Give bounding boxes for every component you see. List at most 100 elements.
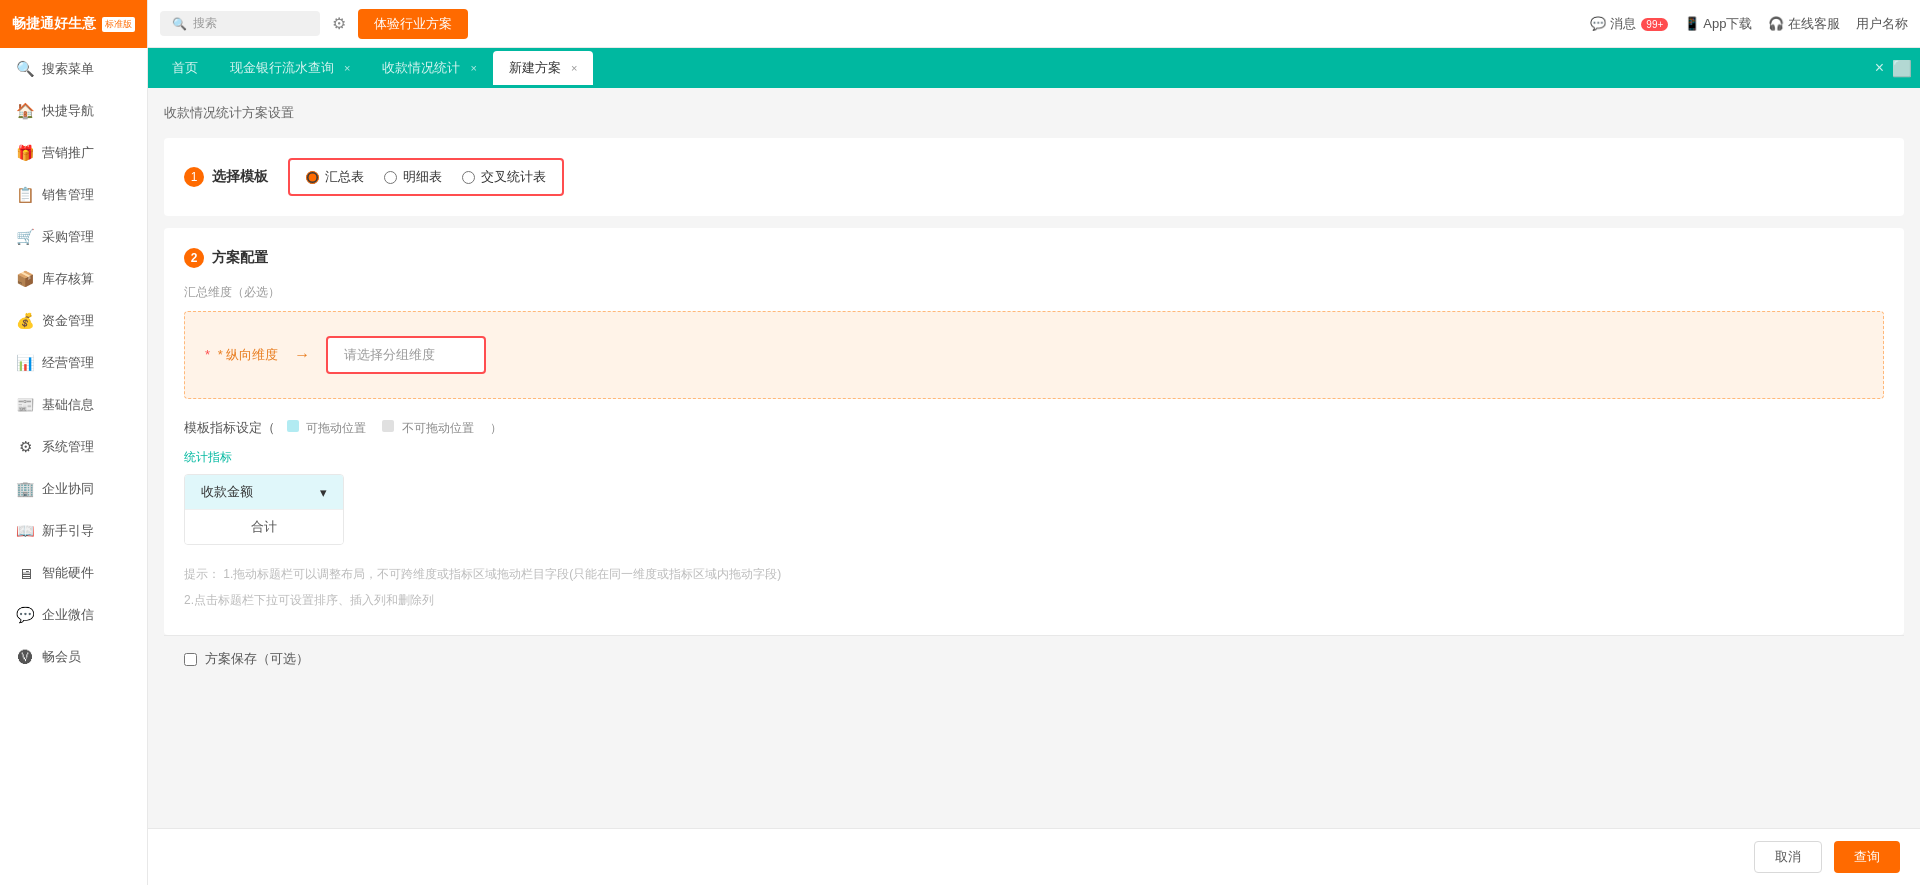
finance-icon: 💰 xyxy=(16,312,34,330)
save-checkbox[interactable] xyxy=(184,653,197,666)
tip2: 2.点击标题栏下拉可设置排序、插入列和删除列 xyxy=(184,590,1884,612)
topbar-right: 💬 消息 99+ 📱 App下载 🎧 在线客服 用户名称 xyxy=(1590,15,1908,33)
page-breadcrumb: 收款情况统计方案设置 xyxy=(164,104,1904,122)
main-area: 🔍 搜索 ⚙ 体验行业方案 💬 消息 99+ 📱 App下载 🎧 在线客服 用户… xyxy=(148,0,1920,885)
sidebar-item-label: 系统管理 xyxy=(42,438,94,456)
sidebar-item-label: 销售管理 xyxy=(42,186,94,204)
brand-name: 畅捷通好生意 xyxy=(12,15,96,33)
step2-header: 2 方案配置 xyxy=(184,248,1884,268)
radio-detail[interactable]: 明细表 xyxy=(384,168,442,186)
dropdown-icon[interactable]: ▾ xyxy=(320,485,327,500)
maximize-window-icon[interactable]: ⬜ xyxy=(1892,59,1912,78)
sidebar-item-finance[interactable]: 💰 资金管理 xyxy=(0,300,147,342)
settings-icon[interactable]: ⚙ xyxy=(332,14,346,33)
query-button[interactable]: 查询 xyxy=(1834,841,1900,873)
wechat-icon: 💬 xyxy=(16,606,34,624)
arrow-icon: → xyxy=(294,346,310,364)
sidebar-item-label: 搜索菜单 xyxy=(42,60,94,78)
tab-new-plan-close[interactable]: × xyxy=(571,62,577,74)
search-placeholder: 搜索 xyxy=(193,15,217,32)
sidebar-item-purchase[interactable]: 🛒 采购管理 xyxy=(0,216,147,258)
brand-logo: 畅捷通好生意 标准版 xyxy=(0,0,147,48)
sidebar-item-label: 新手引导 xyxy=(42,522,94,540)
legend-draggable: 可拖动位置 xyxy=(287,420,366,437)
enterprise-icon: 🏢 xyxy=(16,480,34,498)
tab-home-label: 首页 xyxy=(172,59,198,77)
tab-new-plan-label: 新建方案 xyxy=(509,59,561,77)
sidebar-item-label: 快捷导航 xyxy=(42,102,94,120)
download-area[interactable]: 📱 App下载 xyxy=(1684,15,1752,33)
tab-cashflow-close[interactable]: × xyxy=(344,62,350,74)
sidebar-item-member[interactable]: 🅥 畅会员 xyxy=(0,636,147,678)
sidebar-item-nav[interactable]: 🏠 快捷导航 xyxy=(0,90,147,132)
step2-number: 2 xyxy=(184,248,204,268)
home-icon: 🏠 xyxy=(16,102,34,120)
sidebar-item-sales[interactable]: 📋 销售管理 xyxy=(0,174,147,216)
service-area[interactable]: 🎧 在线客服 xyxy=(1768,15,1840,33)
save-label: 方案保存（可选） xyxy=(205,650,309,668)
sidebar-item-label: 经营管理 xyxy=(42,354,94,372)
template-radio-group: 汇总表 明细表 交叉统计表 xyxy=(288,158,564,196)
tab-receipt-close[interactable]: × xyxy=(470,62,476,74)
radio-summary[interactable]: 汇总表 xyxy=(306,168,364,186)
sidebar-item-enterprise[interactable]: 🏢 企业协同 xyxy=(0,468,147,510)
sidebar-item-label: 基础信息 xyxy=(42,396,94,414)
sidebar-item-inventory[interactable]: 📦 库存核算 xyxy=(0,258,147,300)
radio-cross[interactable]: 交叉统计表 xyxy=(462,168,546,186)
sidebar-item-label: 库存核算 xyxy=(42,270,94,288)
legend-close: ） xyxy=(490,420,502,437)
tab-home[interactable]: 首页 xyxy=(156,51,214,85)
gear-icon: ⚙ xyxy=(16,438,34,456)
sidebar-item-business[interactable]: 📊 经营管理 xyxy=(0,342,147,384)
tab-new-plan[interactable]: 新建方案 × xyxy=(493,51,593,85)
tab-cashflow[interactable]: 现金银行流水查询 × xyxy=(214,51,366,85)
dim-drop-zone: * * 纵向维度 → 请选择分组维度 xyxy=(184,311,1884,399)
step2-label: 方案配置 xyxy=(212,249,268,267)
indicator-title: 模板指标设定（ xyxy=(184,419,275,437)
hardware-icon: 🖥 xyxy=(16,565,34,582)
indicator-stat-label: 统计指标 xyxy=(184,449,1884,466)
sidebar-items-list: 🔍 搜索菜单 🏠 快捷导航 🎁 营销推广 📋 销售管理 🛒 采购管理 📦 库存核… xyxy=(0,48,147,885)
sidebar-item-hardware[interactable]: 🖥 智能硬件 xyxy=(0,552,147,594)
cancel-button[interactable]: 取消 xyxy=(1754,841,1822,873)
sidebar-item-label: 企业微信 xyxy=(42,606,94,624)
sidebar-item-system[interactable]: ⚙ 系统管理 xyxy=(0,426,147,468)
topbar-search[interactable]: 🔍 搜索 xyxy=(160,11,320,36)
sidebar-item-guide[interactable]: 📖 新手引导 xyxy=(0,510,147,552)
gift-icon: 🎁 xyxy=(16,144,34,162)
vertical-dim-label: * * 纵向维度 xyxy=(205,346,278,364)
radio-summary-label: 汇总表 xyxy=(325,168,364,186)
radio-cross-label: 交叉统计表 xyxy=(481,168,546,186)
tab-receipt-label: 收款情况统计 xyxy=(382,59,460,77)
tab-cashflow-label: 现金银行流水查询 xyxy=(230,59,334,77)
topbar: 🔍 搜索 ⚙ 体验行业方案 💬 消息 99+ 📱 App下载 🎧 在线客服 用户… xyxy=(148,0,1920,48)
trial-button[interactable]: 体验行业方案 xyxy=(358,9,468,39)
tab-receipt[interactable]: 收款情况统计 × xyxy=(366,51,492,85)
dim-section-title: 汇总维度（必选） xyxy=(184,284,1884,301)
user-name[interactable]: 用户名称 xyxy=(1856,15,1908,33)
step2-card: 2 方案配置 汇总维度（必选） * * 纵向维度 → 请选择分组维度 模板指标 xyxy=(164,228,1904,635)
sidebar-item-basic[interactable]: 📰 基础信息 xyxy=(0,384,147,426)
brand-badge: 标准版 xyxy=(102,17,135,32)
draggable-dot xyxy=(287,420,299,432)
search-icon: 🔍 xyxy=(172,17,187,31)
step1-label: 选择模板 xyxy=(212,168,268,186)
sidebar-item-wechat[interactable]: 💬 企业微信 xyxy=(0,594,147,636)
close-window-icon[interactable]: × xyxy=(1875,59,1884,78)
tips-section: 提示： 1.拖动标题栏可以调整布局，不可跨维度或指标区域拖动栏目字段(只能在同一… xyxy=(184,564,1884,611)
fixed-dot xyxy=(382,420,394,432)
group-dim-selector[interactable]: 请选择分组维度 xyxy=(326,336,486,374)
message-area[interactable]: 💬 消息 99+ xyxy=(1590,15,1668,33)
legend-fixed: 不可拖动位置 xyxy=(382,420,473,437)
sidebar-item-label: 资金管理 xyxy=(42,312,94,330)
search-icon: 🔍 xyxy=(16,60,34,78)
member-icon: 🅥 xyxy=(16,649,34,666)
indicator-table-header[interactable]: 收款金额 ▾ xyxy=(185,475,343,509)
main-content: 收款情况统计方案设置 1 选择模板 汇总表 明细表 xyxy=(148,88,1920,828)
info-icon: 📰 xyxy=(16,396,34,414)
sidebar: 畅捷通好生意 标准版 🔍 搜索菜单 🏠 快捷导航 🎁 营销推广 📋 销售管理 🛒… xyxy=(0,0,148,885)
save-option-bar: 方案保存（可选） xyxy=(164,635,1904,682)
sidebar-item-label: 企业协同 xyxy=(42,480,94,498)
sidebar-item-search[interactable]: 🔍 搜索菜单 xyxy=(0,48,147,90)
sidebar-item-marketing[interactable]: 🎁 营销推广 xyxy=(0,132,147,174)
